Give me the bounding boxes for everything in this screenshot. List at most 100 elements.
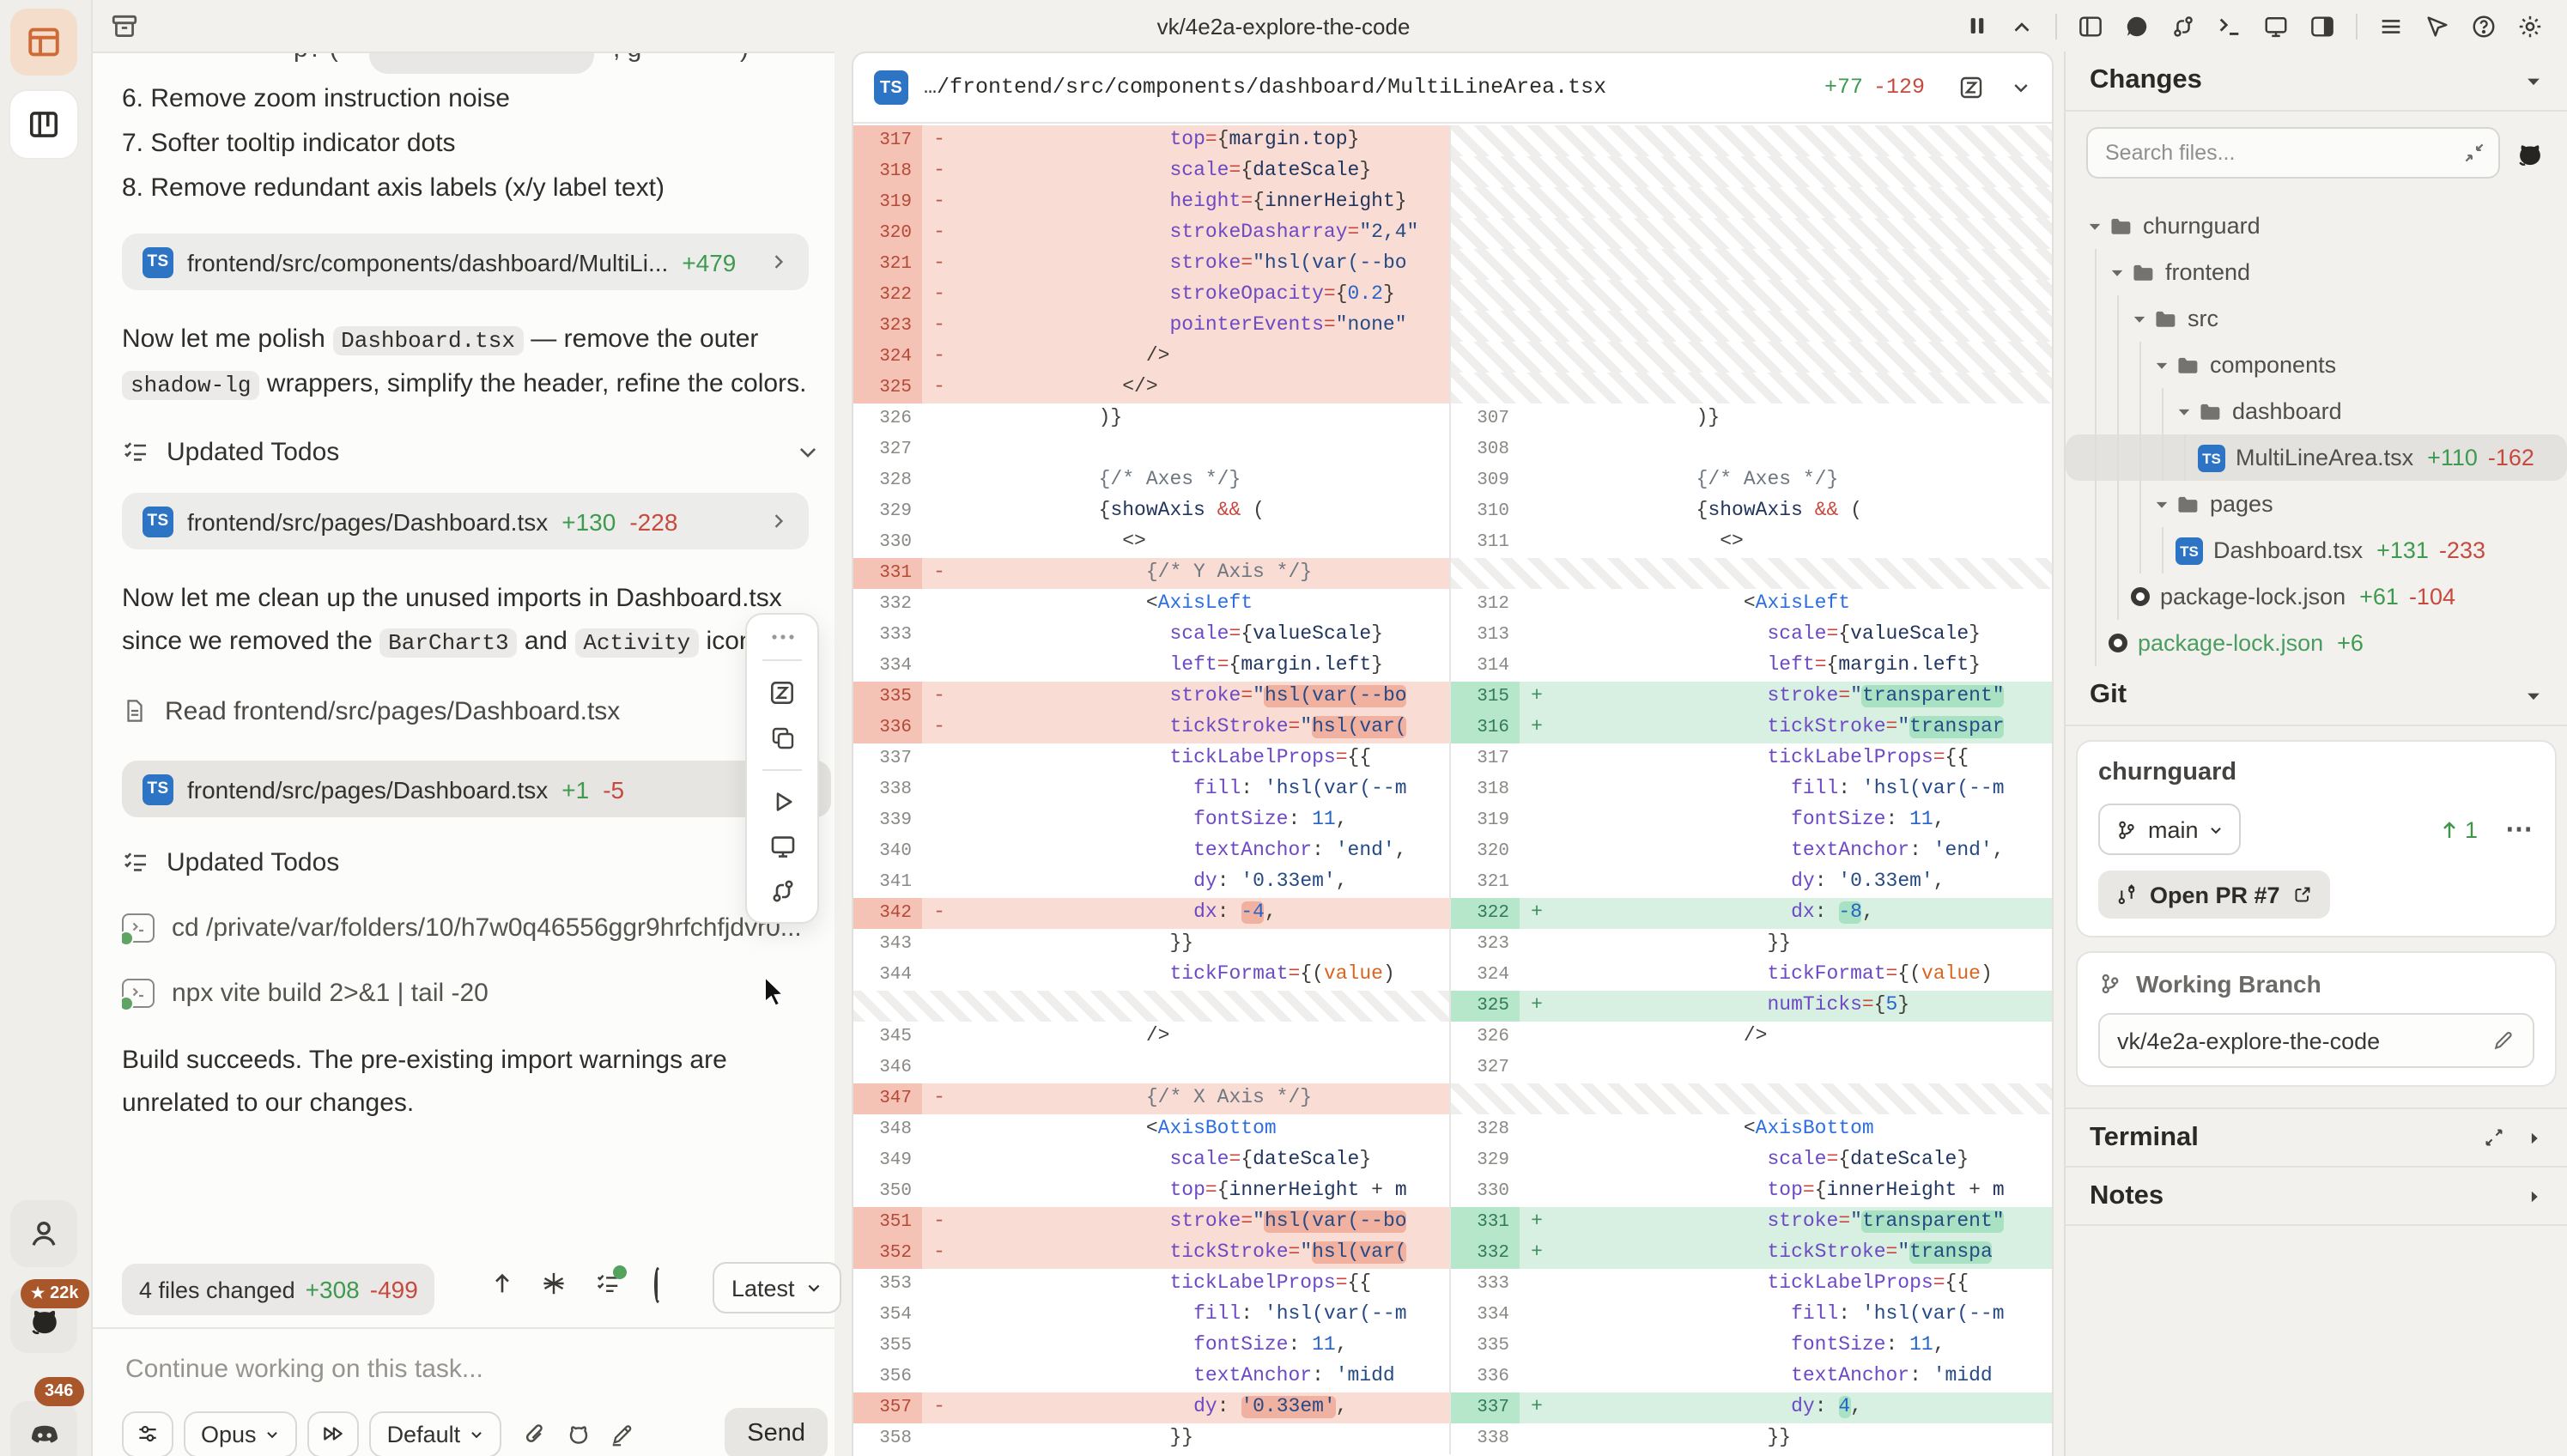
- diff-line-new: 307 )}: [1451, 403, 2052, 434]
- diff-file-header[interactable]: TS …/frontend/src/components/dashboard/M…: [853, 53, 2052, 124]
- notes-section-header[interactable]: Notes: [2066, 1166, 2567, 1226]
- sparkle-icon[interactable]: [541, 1271, 567, 1296]
- edit-pencil-icon[interactable]: [2491, 1028, 2515, 1053]
- expand-icon[interactable]: [2483, 1126, 2505, 1149]
- more-options-icon[interactable]: [768, 632, 796, 642]
- diff-row: 330 <>311 <>: [853, 527, 2052, 558]
- settings-sliders-button[interactable]: [122, 1410, 173, 1456]
- search-files-input[interactable]: [2086, 127, 2500, 179]
- file-diff-chip[interactable]: TSfrontend/src/components/dashboard/Mult…: [122, 234, 809, 290]
- scroll-up-icon[interactable]: [489, 1271, 515, 1296]
- tree-item-multilinearea-tsx[interactable]: TSMultiLineArea.tsx+110-162: [2066, 434, 2567, 481]
- diff-line-old: 332 <AxisLeft: [853, 589, 1451, 620]
- open-pr-button[interactable]: Open PR #7: [2098, 871, 2330, 919]
- diff-line-new: 317 tickLabelProps={{: [1451, 743, 2052, 774]
- indent-guide: [2139, 481, 2141, 527]
- kanban-view-button[interactable]: [10, 91, 77, 158]
- chat-blob-icon[interactable]: [2124, 13, 2150, 39]
- terminal-command-row[interactable]: cd /private/var/folders/10/h7w0q46556ggr…: [122, 908, 831, 946]
- app-window: vk/4e2a-explore-the-code: [0, 0, 2567, 1456]
- model-dropdown[interactable]: Opus: [184, 1410, 298, 1456]
- diff-line-new: [1451, 1083, 2052, 1114]
- changes-section-header[interactable]: Changes: [2066, 52, 2567, 112]
- git-compare-icon[interactable]: [2170, 13, 2196, 39]
- git-compare-icon[interactable]: [768, 877, 796, 905]
- play-icon[interactable]: [768, 788, 796, 816]
- cat-icon[interactable]: [565, 1420, 592, 1447]
- layout-view-button[interactable]: [10, 9, 77, 76]
- diff-line-new: 323 }}: [1451, 929, 2052, 960]
- diff-row: 356 textAnchor: 'midd336 textAnchor: 'mi…: [853, 1362, 2052, 1392]
- chevron-down-icon: [2524, 71, 2543, 90]
- commits-ahead[interactable]: 1: [2439, 816, 2478, 842]
- terminal-command-row[interactable]: npx vite build 2>&1 | tail -20: [122, 974, 831, 1011]
- files-changed-chip[interactable]: 4 files changed +308 -499: [122, 1264, 435, 1315]
- pause-icon[interactable]: [1966, 14, 1988, 38]
- package-icon: [2109, 634, 2127, 652]
- diff-line-new: 314 left={margin.left}: [1451, 651, 2052, 682]
- cat-icon[interactable]: [2514, 136, 2546, 169]
- indent-guide: [2162, 434, 2163, 481]
- file-added: +61: [2359, 584, 2399, 610]
- tree-item-package-lock-json[interactable]: package-lock.json+61-104: [2066, 573, 2567, 620]
- tree-item-churnguard[interactable]: churnguard: [2066, 203, 2567, 249]
- git-section-header[interactable]: Git: [2066, 666, 2567, 726]
- message-input[interactable]: [122, 1343, 817, 1394]
- diff-line-old: 354 fill: 'hsl(var(--m: [853, 1300, 1451, 1331]
- account-button[interactable]: [10, 1200, 77, 1267]
- collapse-tree-icon[interactable]: [2462, 141, 2486, 165]
- chip-added: +130: [561, 507, 616, 535]
- panel-right-filled-icon[interactable]: [2309, 13, 2335, 39]
- display-icon[interactable]: [2263, 13, 2289, 39]
- updated-todos-row[interactable]: Updated Todos: [122, 843, 819, 881]
- assistant-message: Now let me clean up the unused imports i…: [122, 577, 819, 664]
- tree-item-pages[interactable]: pages: [2066, 481, 2567, 527]
- more-options-icon[interactable]: ⋯: [2505, 812, 2534, 846]
- collapse-file-icon[interactable]: [2011, 77, 2031, 98]
- fast-forward-button[interactable]: [308, 1410, 360, 1456]
- diff-mode-icon[interactable]: [1957, 74, 1985, 101]
- diff-line-old: 334 left={margin.left}: [853, 651, 1451, 682]
- todo-list-icon[interactable]: [594, 1271, 622, 1296]
- latest-dropdown[interactable]: Latest: [713, 1262, 841, 1313]
- branch-dropdown[interactable]: main: [2098, 804, 2242, 855]
- menu-icon[interactable]: [2378, 13, 2404, 39]
- diff-line-old: 358 }}: [853, 1423, 1451, 1454]
- diff-row: 347- {/* X Axis */}: [853, 1083, 2052, 1114]
- indent-guide: [2117, 295, 2119, 342]
- help-icon[interactable]: [2471, 13, 2497, 39]
- tree-item-dashboard[interactable]: dashboard: [2066, 388, 2567, 434]
- file-diff-chip[interactable]: TSfrontend/src/pages/Dashboard.tsx+130-2…: [122, 493, 809, 549]
- collapse-up-icon[interactable]: [2009, 13, 2035, 39]
- copy-icon[interactable]: [768, 725, 796, 752]
- diff-view-icon[interactable]: [768, 678, 797, 707]
- diff-line-old: 325- </>: [853, 373, 1451, 403]
- updated-todos-row[interactable]: Updated Todos: [122, 433, 819, 470]
- send-button[interactable]: Send: [725, 1408, 828, 1456]
- tree-item-dashboard-tsx[interactable]: TSDashboard.tsx+131-233: [2066, 527, 2567, 573]
- mode-dropdown[interactable]: Default: [370, 1410, 502, 1456]
- tree-item-components[interactable]: components: [2066, 342, 2567, 388]
- panel-left-icon[interactable]: [2078, 13, 2103, 39]
- terminal-section-header[interactable]: Terminal: [2066, 1107, 2567, 1166]
- working-branch-field[interactable]: vk/4e2a-explore-the-code: [2098, 1013, 2534, 1068]
- attach-icon[interactable]: [522, 1421, 548, 1447]
- file-diff-chip[interactable]: TSfrontend/src/pages/Dashboard.tsx+1-5: [122, 761, 831, 817]
- terminal-icon[interactable]: [2217, 13, 2242, 39]
- tree-item-frontend[interactable]: frontend: [2066, 249, 2567, 295]
- archive-icon[interactable]: [110, 12, 139, 41]
- diff-line-old: 330 <>: [853, 527, 1451, 558]
- read-file-row[interactable]: Read frontend/src/pages/Dashboard.tsx: [122, 692, 831, 730]
- folder-icon: [2131, 261, 2155, 283]
- indent-guide: [2117, 573, 2119, 620]
- tree-item-src[interactable]: src: [2066, 295, 2567, 342]
- indent-guide: [2095, 620, 2097, 666]
- chevron-right-icon: [769, 512, 788, 531]
- file-name: churnguard: [2143, 213, 2261, 239]
- pointer-share-icon[interactable]: [2424, 13, 2450, 39]
- settings-gear-icon[interactable]: [2517, 13, 2543, 39]
- tree-item-package-lock-json[interactable]: package-lock.json+6: [2066, 620, 2567, 666]
- discord-button[interactable]: [10, 1401, 77, 1456]
- monitor-icon[interactable]: [768, 833, 796, 860]
- pen-icon[interactable]: [610, 1421, 635, 1447]
